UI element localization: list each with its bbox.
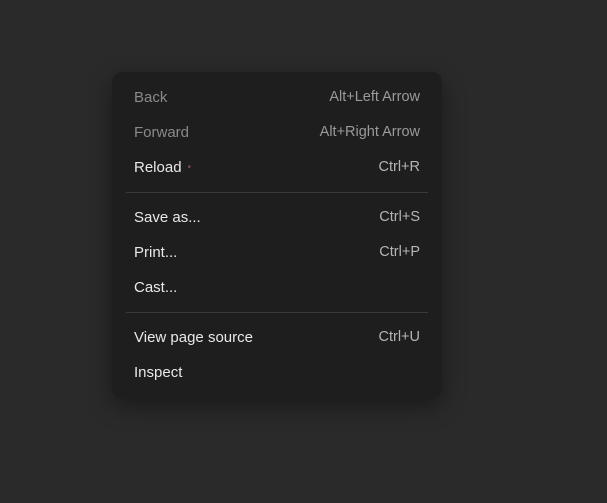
menu-item-label: Forward [134,122,189,143]
menu-item-label: Reload [134,157,182,178]
menu-item-inspect[interactable]: Inspect [112,355,442,390]
menu-item-view-source[interactable]: View page source Ctrl+U [112,320,442,355]
menu-item-shortcut: Ctrl+S [379,207,420,227]
menu-item-save-as[interactable]: Save as... Ctrl+S [112,200,442,235]
menu-item-cast[interactable]: Cast... [112,270,442,305]
menu-item-shortcut: Alt+Left Arrow [329,87,420,107]
menu-item-shortcut: Ctrl+P [379,242,420,262]
menu-item-label: Back [134,87,167,108]
menu-item-print[interactable]: Print... Ctrl+P [112,235,442,270]
menu-item-back[interactable]: Back Alt+Left Arrow [112,80,442,115]
menu-item-shortcut: Ctrl+R [379,157,421,177]
menu-item-shortcut: Ctrl+U [379,327,421,347]
context-menu: Back Alt+Left Arrow Forward Alt+Right Ar… [112,72,442,398]
menu-separator [126,312,428,313]
menu-item-label: Cast... [134,277,177,298]
menu-item-label: Save as... [134,207,201,228]
indicator-dot-icon: • [188,161,192,175]
menu-item-label: Print... [134,242,177,263]
menu-item-reload[interactable]: Reload • Ctrl+R [112,150,442,185]
menu-separator [126,192,428,193]
menu-item-shortcut: Alt+Right Arrow [320,122,420,142]
menu-item-forward[interactable]: Forward Alt+Right Arrow [112,115,442,150]
menu-item-label: View page source [134,327,253,348]
menu-item-label: Inspect [134,362,182,383]
